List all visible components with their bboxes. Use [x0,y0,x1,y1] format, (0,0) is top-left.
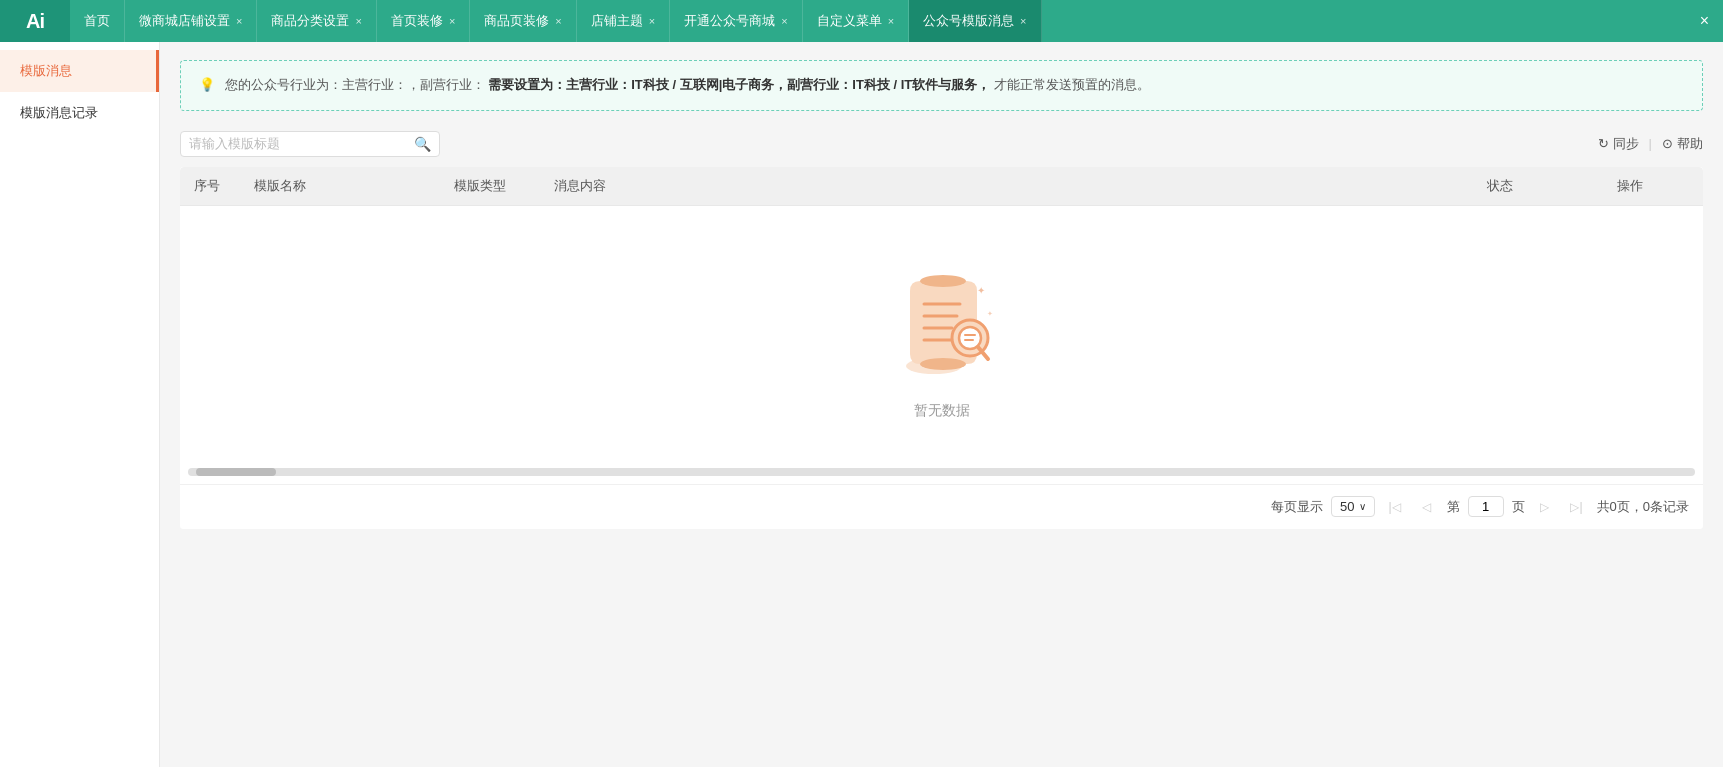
sidebar: 模版消息模版消息记录 [0,42,160,767]
nav-tab[interactable]: 商品分类设置 × [257,0,376,42]
close-tab-button[interactable]: × [236,15,242,27]
svg-text:✦: ✦ [987,310,993,317]
sidebar-item[interactable]: 模版消息记录 [0,92,159,134]
last-page-button[interactable]: ▷| [1565,495,1589,519]
nav-tab-label: 商品分类设置 [271,12,349,30]
nav-tabs: 首页微商城店铺设置×商品分类设置×首页装修×商品页装修×店铺主题×开通公众号商城… [70,0,1686,42]
close-tab-button[interactable]: × [888,15,894,27]
nav-tab-label: 公众号模版消息 [923,12,1014,30]
help-icon: ⊙ [1662,136,1673,151]
search-input[interactable] [189,136,414,151]
nav-tab[interactable]: 首页 [70,0,125,42]
table-column-header: 消息内容 [540,167,1473,206]
nav-tab[interactable]: 公众号模版消息 × [909,0,1041,42]
sync-icon: ↻ [1598,136,1609,151]
close-tab-button[interactable]: × [555,15,561,27]
table-column-header: 模版名称 [240,167,440,206]
page-number-input[interactable] [1468,496,1504,517]
notice-box: 💡 您的公众号行业为：主营行业：，副营行业： 需要设置为：主营行业：IT科技 /… [180,60,1703,111]
nav-tab-label: 首页装修 [391,12,443,30]
page-label: 第 [1447,498,1460,516]
next-page-button[interactable]: ▷ [1533,495,1557,519]
scrollbar-track[interactable] [188,468,1695,476]
nav-tab-label: 首页 [84,12,110,30]
search-icon[interactable]: 🔍 [414,136,431,152]
close-tab-button[interactable]: × [449,15,455,27]
empty-text: 暂无数据 [914,402,970,420]
per-page-value: 50 [1340,499,1354,514]
main-layout: 模版消息模版消息记录 💡 您的公众号行业为：主营行业：，副营行业： 需要设置为：… [0,42,1723,767]
top-nav: Ai 首页微商城店铺设置×商品分类设置×首页装修×商品页装修×店铺主题×开通公众… [0,0,1723,42]
nav-tab[interactable]: 首页装修 × [377,0,470,42]
scrollbar-row [180,460,1703,484]
table-column-header: 状态 [1473,167,1603,206]
prev-page-button[interactable]: ◁ [1415,495,1439,519]
pagination: 每页显示 50 ∨ |◁ ◁ 第 页 ▷ ▷| 共0页，0条记录 [180,484,1703,529]
svg-text:✦: ✦ [977,285,985,296]
table-column-header: 操作 [1603,167,1703,206]
close-tab-button[interactable]: × [1020,15,1026,27]
empty-illustration: ✦ ✦ [882,266,1002,386]
nav-tab[interactable]: 店铺主题 × [577,0,670,42]
nav-tab[interactable]: 开通公众号商城 × [670,0,802,42]
nav-tab-label: 商品页装修 [484,12,549,30]
svg-point-2 [920,358,966,370]
nav-tab-label: 自定义菜单 [817,12,882,30]
svg-point-1 [920,275,966,287]
nav-tab-label: 开通公众号商城 [684,12,775,30]
chevron-down-icon: ∨ [1359,501,1366,512]
first-page-button[interactable]: |◁ [1383,495,1407,519]
notice-prefix: 您的公众号行业为：主营行业：，副营行业： [225,77,485,92]
table-column-header: 序号 [180,167,240,206]
scrollbar-thumb[interactable] [196,468,276,476]
divider: | [1649,136,1652,151]
sidebar-item[interactable]: 模版消息 [0,50,159,92]
close-tab-button[interactable]: × [355,15,361,27]
sync-button[interactable]: ↻ 同步 [1598,135,1639,153]
notice-suffix: 才能正常发送预置的消息。 [994,77,1150,92]
data-table: 序号模版名称模版类型消息内容状态操作 [180,167,1703,460]
content-area: 💡 您的公众号行业为：主营行业：，副营行业： 需要设置为：主营行业：IT科技 /… [160,42,1723,767]
total-text: 共0页，0条记录 [1597,498,1689,516]
per-page-label: 每页显示 [1271,498,1323,516]
close-all-button[interactable]: × [1686,0,1723,42]
logo: Ai [0,0,70,42]
notice-highlight: 需要设置为：主营行业：IT科技 / 互联网|电子商务，副营行业：IT科技 / I… [488,77,990,92]
help-button[interactable]: ⊙ 帮助 [1662,135,1703,153]
table-column-header: 模版类型 [440,167,540,206]
nav-tab[interactable]: 微商城店铺设置 × [125,0,257,42]
toolbar-right: ↻ 同步 | ⊙ 帮助 [1598,135,1703,153]
nav-tab[interactable]: 自定义菜单 × [803,0,909,42]
table-header-row: 序号模版名称模版类型消息内容状态操作 [180,167,1703,206]
search-box[interactable]: 🔍 [180,131,440,157]
close-tab-button[interactable]: × [649,15,655,27]
nav-tab-label: 店铺主题 [591,12,643,30]
per-page-select[interactable]: 50 ∨ [1331,496,1374,517]
empty-state: ✦ ✦ 暂无数据 [180,206,1703,460]
bulb-icon: 💡 [199,77,215,92]
page-unit: 页 [1512,498,1525,516]
nav-tab-label: 微商城店铺设置 [139,12,230,30]
toolbar: 🔍 ↻ 同步 | ⊙ 帮助 [180,131,1703,157]
nav-tab[interactable]: 商品页装修 × [470,0,576,42]
close-tab-button[interactable]: × [781,15,787,27]
